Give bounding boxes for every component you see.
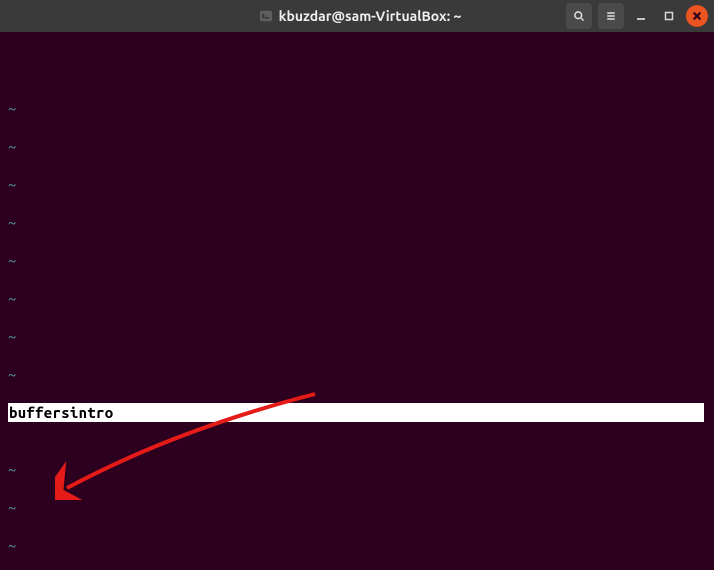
- terminal-area[interactable]: ~ ~ ~ ~ ~ ~ ~ ~ buffersintro ~ ~ ~ ~ ~ ~…: [0, 32, 714, 570]
- vim-tilde: ~: [8, 499, 17, 516]
- vim-tilde: ~: [8, 252, 17, 269]
- vim-tilde: ~: [8, 290, 17, 307]
- vim-tilde: ~: [8, 366, 17, 383]
- vim-tilde: ~: [8, 214, 17, 231]
- empty-line: [8, 62, 17, 79]
- vim-tilde: ~: [8, 461, 17, 478]
- vim-statusline-top: buffersintro: [8, 403, 704, 422]
- minimize-button[interactable]: [630, 5, 652, 27]
- titlebar: kbuzdar@sam-VirtualBox: ~: [0, 0, 714, 32]
- window-title: kbuzdar@sam-VirtualBox: ~: [259, 7, 462, 26]
- terminal-icon: [259, 9, 273, 23]
- vim-tilde: ~: [8, 100, 17, 117]
- empty-line: [8, 423, 17, 440]
- search-button[interactable]: [566, 3, 592, 29]
- vim-tilde: ~: [8, 328, 17, 345]
- vim-tilde: ~: [8, 138, 17, 155]
- close-button[interactable]: [686, 5, 708, 27]
- minimize-icon: [635, 10, 647, 22]
- hamburger-icon: [605, 10, 617, 22]
- vim-tilde: ~: [8, 537, 17, 554]
- close-icon: [692, 11, 702, 21]
- maximize-button[interactable]: [658, 5, 680, 27]
- window-title-text: kbuzdar@sam-VirtualBox: ~: [279, 7, 462, 26]
- hamburger-menu-button[interactable]: [598, 3, 624, 29]
- search-icon: [573, 10, 585, 22]
- maximize-icon: [663, 10, 675, 22]
- vim-tilde: ~: [8, 176, 17, 193]
